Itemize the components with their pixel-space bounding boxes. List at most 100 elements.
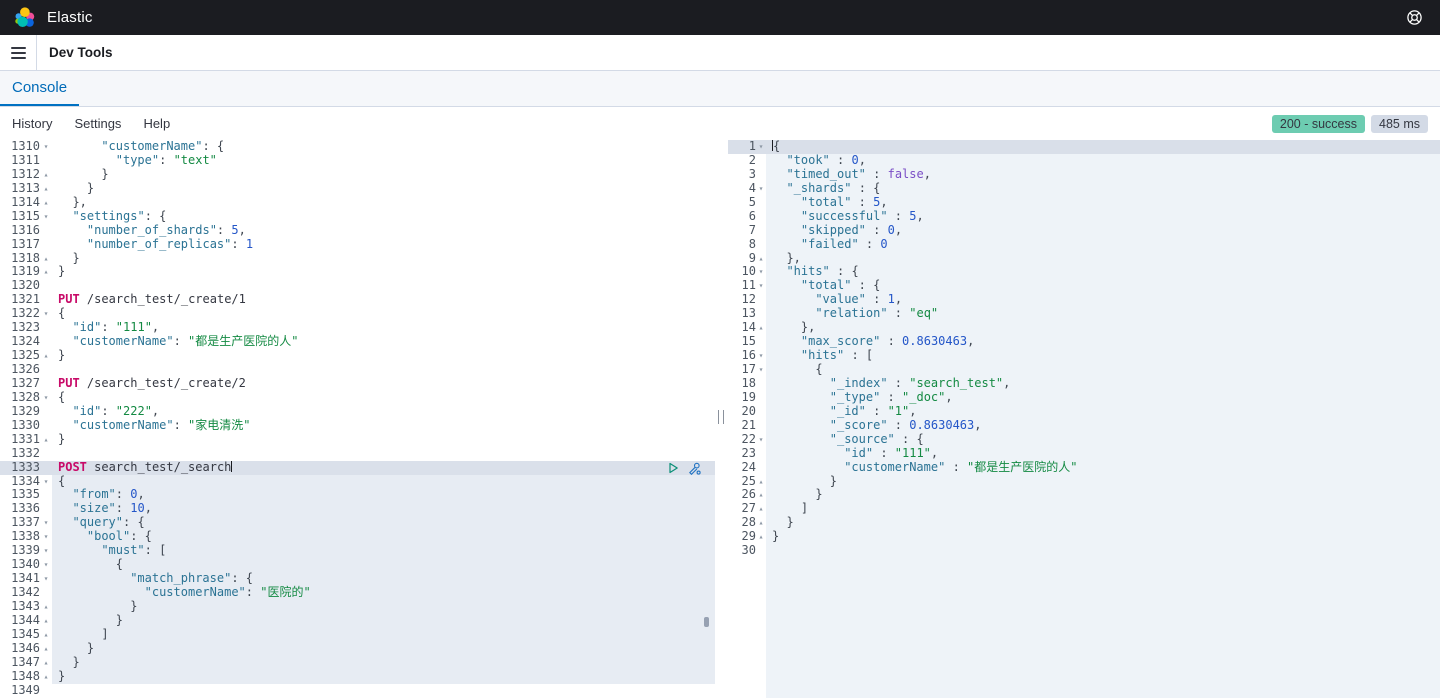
- code-line-1318[interactable]: 1318 ▴}: [0, 251, 715, 266]
- code-line-9[interactable]: 9 ▴},: [728, 251, 1440, 266]
- fold-toggle-icon[interactable]: ▴: [40, 182, 52, 196]
- fold-toggle-icon[interactable]: ▾: [756, 265, 766, 279]
- request-editor[interactable]: 1310 ▾ "customerName": {1311 "type": "text"…: [0, 140, 715, 698]
- fold-toggle-icon[interactable]: ▴: [756, 516, 766, 530]
- fold-toggle-icon[interactable]: ▴: [40, 600, 52, 614]
- fold-toggle-icon[interactable]: ▾: [756, 363, 766, 377]
- code-line-1331[interactable]: 1331 ▴}: [0, 432, 715, 447]
- code-line-1341[interactable]: 1341 ▾ "match_phrase": {: [0, 571, 715, 586]
- code-line-1332[interactable]: 1332: [0, 446, 715, 461]
- fold-toggle-icon[interactable]: ▾: [756, 279, 766, 293]
- code-line-17[interactable]: 17 ▾ {: [728, 362, 1440, 377]
- code-line-22[interactable]: 22 ▾ "_source" : {: [728, 432, 1440, 447]
- play-send-request-icon[interactable]: [666, 462, 679, 475]
- wrench-icon[interactable]: [688, 462, 701, 475]
- code-line-23[interactable]: 23 "id" : "111",: [728, 446, 1440, 461]
- code-line-1326[interactable]: 1326: [0, 362, 715, 377]
- code-line-1348[interactable]: 1348 ▴}: [0, 669, 715, 684]
- code-line-1324[interactable]: 1324 "customerName": "都是生产医院的人": [0, 334, 715, 349]
- code-line-1311[interactable]: 1311 "type": "text": [0, 153, 715, 168]
- code-line-6[interactable]: 6 "successful" : 5,: [728, 209, 1440, 224]
- code-line-1340[interactable]: 1340 ▾{: [0, 557, 715, 573]
- code-line-12[interactable]: 12 "value" : 1,: [728, 292, 1440, 307]
- code-line-16[interactable]: 16 ▾ "hits" : [: [728, 348, 1440, 363]
- help-buoy-icon[interactable]: [1402, 6, 1426, 30]
- fold-toggle-icon[interactable]: ▴: [40, 642, 52, 656]
- code-line-27[interactable]: 27 ▴]: [728, 501, 1440, 516]
- fold-toggle-icon[interactable]: ▴: [40, 252, 52, 266]
- code-line-1334[interactable]: 1334 ▾{: [0, 474, 715, 489]
- code-line-8[interactable]: 8 "failed" : 0: [728, 237, 1440, 252]
- fold-toggle-icon[interactable]: ▴: [40, 628, 52, 642]
- resize-handle[interactable]: [718, 410, 724, 424]
- fold-toggle-icon[interactable]: ▾: [40, 544, 52, 558]
- fold-toggle-icon[interactable]: ▾: [756, 140, 766, 154]
- code-line-1338[interactable]: 1338 ▾ "bool": {: [0, 529, 715, 545]
- code-line-1314[interactable]: 1314 ▴},: [0, 195, 715, 210]
- code-line-1345[interactable]: 1345 ▴]: [0, 627, 715, 642]
- code-line-29[interactable]: 29 ▴}: [728, 529, 1440, 544]
- fold-toggle-icon[interactable]: ▴: [756, 252, 766, 266]
- fold-toggle-icon[interactable]: ▴: [756, 530, 766, 544]
- fold-toggle-icon[interactable]: ▴: [756, 321, 766, 335]
- fold-toggle-icon[interactable]: ▾: [40, 530, 52, 544]
- code-line-1344[interactable]: 1344 ▴}: [0, 613, 715, 628]
- fold-toggle-icon[interactable]: ▾: [756, 433, 766, 447]
- code-line-26[interactable]: 26 ▴}: [728, 487, 1440, 502]
- code-line-21[interactable]: 21 "_score" : 0.8630463,: [728, 418, 1440, 433]
- fold-toggle-icon[interactable]: ▴: [40, 614, 52, 628]
- code-line-1329[interactable]: 1329 "id": "222",: [0, 404, 715, 419]
- code-line-10[interactable]: 10 ▾ "hits" : {: [728, 264, 1440, 279]
- code-line-1346[interactable]: 1346 ▴}: [0, 641, 715, 656]
- code-line-13[interactable]: 13 "relation" : "eq": [728, 306, 1440, 321]
- code-line-1327[interactable]: 1327 PUT /search_test/_create/2: [0, 376, 715, 391]
- code-line-1339[interactable]: 1339 ▾ "must": [: [0, 543, 715, 559]
- code-line-1333[interactable]: 1333 POST search_test/_search: [0, 460, 715, 475]
- fold-toggle-icon[interactable]: ▴: [40, 196, 52, 210]
- code-line-20[interactable]: 20 "_id" : "1",: [728, 404, 1440, 419]
- code-line-1319[interactable]: 1319 ▴}: [0, 264, 715, 279]
- fold-toggle-icon[interactable]: ▾: [40, 391, 52, 405]
- tab-console[interactable]: Console: [0, 71, 80, 106]
- code-line-1336[interactable]: 1336 "size": 10,: [0, 501, 715, 517]
- fold-toggle-icon[interactable]: ▾: [40, 516, 52, 530]
- fold-toggle-icon[interactable]: ▴: [40, 670, 52, 684]
- code-line-3[interactable]: 3 "timed_out" : false,: [728, 167, 1440, 182]
- code-line-1321[interactable]: 1321 PUT /search_test/_create/1: [0, 292, 715, 307]
- fold-toggle-icon[interactable]: ▾: [40, 558, 52, 572]
- code-line-25[interactable]: 25 ▴}: [728, 474, 1440, 489]
- code-line-1342[interactable]: 1342 "customerName": "医院的": [0, 585, 715, 600]
- code-line-1312[interactable]: 1312 ▴}: [0, 167, 715, 182]
- code-line-1330[interactable]: 1330 "customerName": "家电清洗": [0, 418, 715, 433]
- code-line-1317[interactable]: 1317 "number_of_replicas": 1: [0, 237, 715, 252]
- code-line-11[interactable]: 11 ▾ "total" : {: [728, 278, 1440, 293]
- code-line-28[interactable]: 28 ▴}: [728, 515, 1440, 530]
- fold-toggle-icon[interactable]: ▾: [40, 475, 52, 489]
- response-viewer[interactable]: 1 ▾{2 "took" : 0, 3 "timed_out" : false, 4 ▾ "_…: [728, 140, 1440, 698]
- code-line-1337[interactable]: 1337 ▾ "query": {: [0, 515, 715, 531]
- code-line-1316[interactable]: 1316 "number_of_shards": 5,: [0, 223, 715, 238]
- code-line-1335[interactable]: 1335 "from": 0,: [0, 487, 715, 503]
- scrollbar-thumb[interactable]: [704, 617, 709, 627]
- code-line-1320[interactable]: 1320: [0, 278, 715, 293]
- code-line-1310[interactable]: 1310 ▾ "customerName": {: [0, 140, 715, 154]
- menu-item-settings[interactable]: Settings: [74, 116, 121, 131]
- code-line-4[interactable]: 4 ▾ "_shards" : {: [728, 181, 1440, 196]
- fold-toggle-icon[interactable]: ▴: [40, 168, 52, 182]
- code-line-1328[interactable]: 1328 ▾ {: [0, 390, 715, 405]
- code-line-14[interactable]: 14 ▴},: [728, 320, 1440, 335]
- code-line-1322[interactable]: 1322 ▾ {: [0, 306, 715, 321]
- code-line-18[interactable]: 18 "_index" : "search_test",: [728, 376, 1440, 391]
- code-line-19[interactable]: 19 "_type" : "_doc",: [728, 390, 1440, 405]
- fold-toggle-icon[interactable]: ▴: [40, 349, 52, 363]
- code-line-2[interactable]: 2 "took" : 0,: [728, 153, 1440, 168]
- hamburger-menu-icon[interactable]: [0, 35, 36, 70]
- code-line-1325[interactable]: 1325 ▴}: [0, 348, 715, 363]
- code-line-7[interactable]: 7 "skipped" : 0,: [728, 223, 1440, 238]
- code-line-15[interactable]: 15 "max_score" : 0.8630463,: [728, 334, 1440, 349]
- code-line-1349[interactable]: 1349: [0, 683, 715, 698]
- menu-item-history[interactable]: History: [12, 116, 52, 131]
- fold-toggle-icon[interactable]: ▴: [756, 488, 766, 502]
- fold-toggle-icon[interactable]: ▾: [756, 182, 766, 196]
- code-line-1315[interactable]: 1315 ▾ "settings": {: [0, 209, 715, 224]
